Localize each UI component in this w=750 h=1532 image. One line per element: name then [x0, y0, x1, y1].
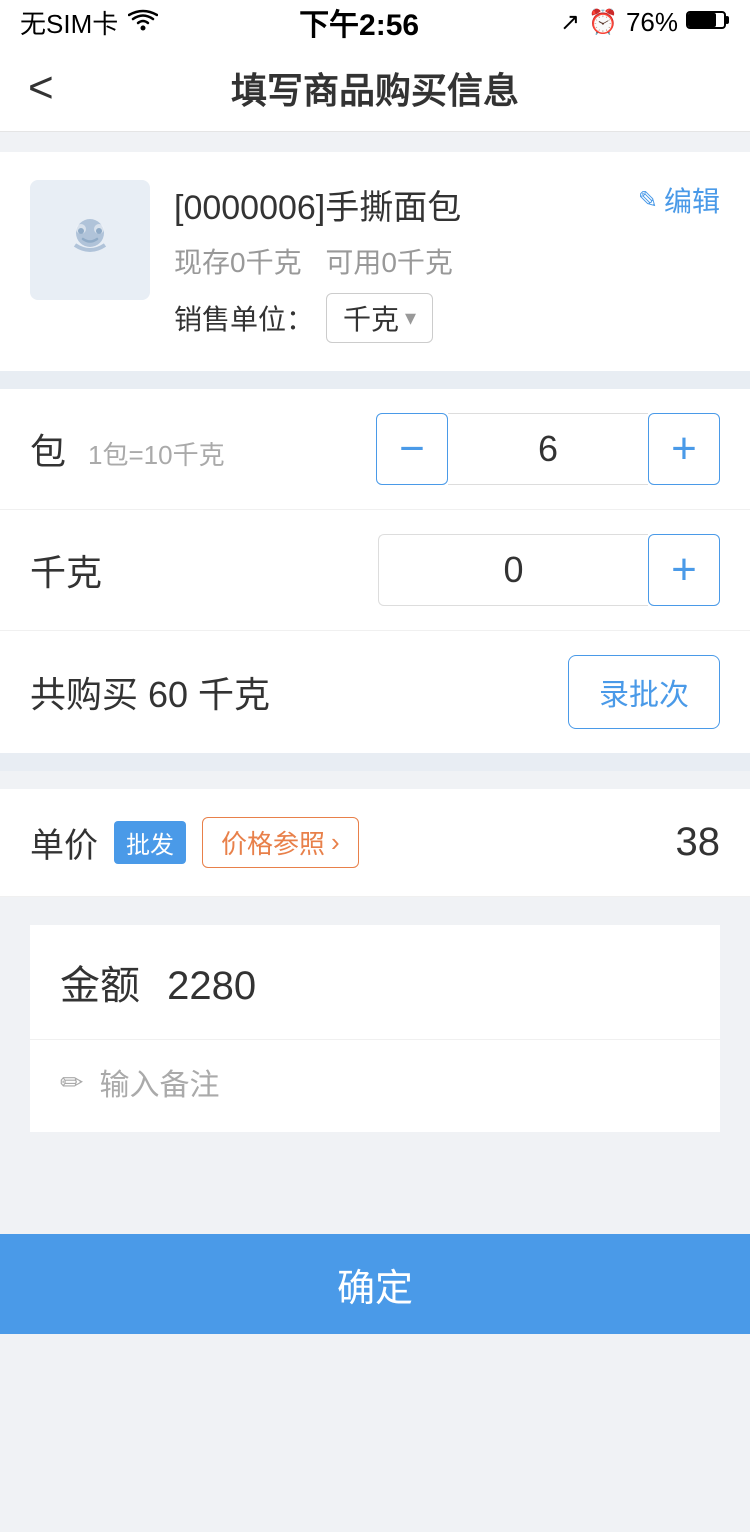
- product-card: [0000006]手撕面包 现存0千克 可用0千克 销售单位： 千克 ▾ ✎ 编…: [0, 152, 750, 371]
- bao-plus-button[interactable]: +: [648, 413, 720, 485]
- kg-plus-button[interactable]: +: [648, 534, 720, 606]
- pifa-badge: 批发: [114, 821, 186, 864]
- price-ref-button[interactable]: 价格参照 ›: [202, 817, 359, 868]
- separator-2: [0, 753, 750, 771]
- bao-sublabel: 1包=10千克: [88, 440, 225, 470]
- note-icon: ✏: [60, 1066, 83, 1099]
- bao-quantity-input[interactable]: [448, 413, 648, 485]
- bao-row: 包 1包=10千克 − +: [0, 389, 750, 510]
- bao-label: 包 1包=10千克: [30, 423, 376, 475]
- page: 无SIM卡 下午2:56 ↗ ⏰ 76%: [0, 0, 750, 1532]
- price-ref-arrow-icon: ›: [331, 827, 340, 858]
- separator-1: [0, 371, 750, 389]
- amount-value: 2280: [167, 964, 256, 1008]
- kg-label: 千克: [30, 544, 378, 596]
- dropdown-arrow-icon: ▾: [405, 305, 416, 331]
- confirm-button[interactable]: 确定: [0, 1234, 750, 1334]
- back-button[interactable]: <: [28, 63, 54, 113]
- product-image-icon: [55, 205, 125, 275]
- edit-icon: ✎: [638, 186, 658, 215]
- price-label: 单价: [30, 818, 98, 867]
- bao-quantity-control: − +: [376, 413, 720, 485]
- total-row: 共购买 60 千克 录批次: [0, 631, 750, 753]
- product-stock: 现存0千克 可用0千克: [174, 241, 720, 281]
- price-value: 38: [676, 820, 721, 865]
- kg-quantity-control: +: [378, 534, 720, 606]
- edit-label: 编辑: [664, 180, 720, 220]
- available-value: 可用0千克: [325, 247, 453, 278]
- status-time: 下午2:56: [299, 0, 419, 44]
- amount-row: 金额 2280: [30, 925, 720, 1039]
- quantity-section: 包 1包=10千克 − + 千克 +: [0, 389, 750, 631]
- battery-icon: [686, 7, 730, 38]
- battery-label: 76%: [626, 7, 678, 38]
- alarm-icon: ⏰: [588, 8, 618, 37]
- kg-quantity-input[interactable]: [378, 534, 648, 606]
- status-right: ↗ ⏰ 76%: [560, 7, 730, 38]
- price-row: 单价 批发 价格参照 › 38: [0, 789, 750, 897]
- status-bar: 无SIM卡 下午2:56 ↗ ⏰ 76%: [0, 0, 750, 44]
- stock-value: 现存0千克: [174, 247, 302, 278]
- note-placeholder: 输入备注: [99, 1060, 219, 1104]
- price-left: 单价 批发 价格参照 ›: [30, 817, 359, 868]
- price-section: 单价 批发 价格参照 › 38: [0, 789, 750, 897]
- nav-bar: < 填写商品购买信息: [0, 44, 750, 132]
- unit-label: 销售单位：: [174, 298, 314, 338]
- amount-label: 金额: [60, 964, 140, 1008]
- location-icon: ↗: [560, 8, 580, 37]
- wifi-icon: [128, 7, 158, 38]
- batch-button[interactable]: 录批次: [568, 655, 720, 729]
- amount-section: 金额 2280 ✏ 输入备注: [0, 897, 750, 1132]
- price-ref-label: 价格参照: [221, 824, 325, 861]
- bao-minus-button[interactable]: −: [376, 413, 448, 485]
- confirm-label: 确定: [337, 1257, 413, 1312]
- total-text: 共购买 60 千克: [30, 666, 270, 718]
- note-row[interactable]: ✏ 输入备注: [30, 1039, 720, 1132]
- unit-value: 千克: [343, 298, 399, 338]
- page-title: 填写商品购买信息: [231, 62, 519, 114]
- unit-dropdown[interactable]: 千克 ▾: [326, 293, 433, 343]
- edit-button[interactable]: ✎ 编辑: [638, 180, 720, 220]
- product-unit-row: 销售单位： 千克 ▾: [174, 293, 720, 343]
- carrier-label: 无SIM卡: [20, 4, 118, 41]
- product-image: [30, 180, 150, 300]
- kg-row: 千克 +: [0, 510, 750, 631]
- status-left: 无SIM卡: [20, 4, 158, 41]
- bao-label-text: 包: [30, 431, 66, 472]
